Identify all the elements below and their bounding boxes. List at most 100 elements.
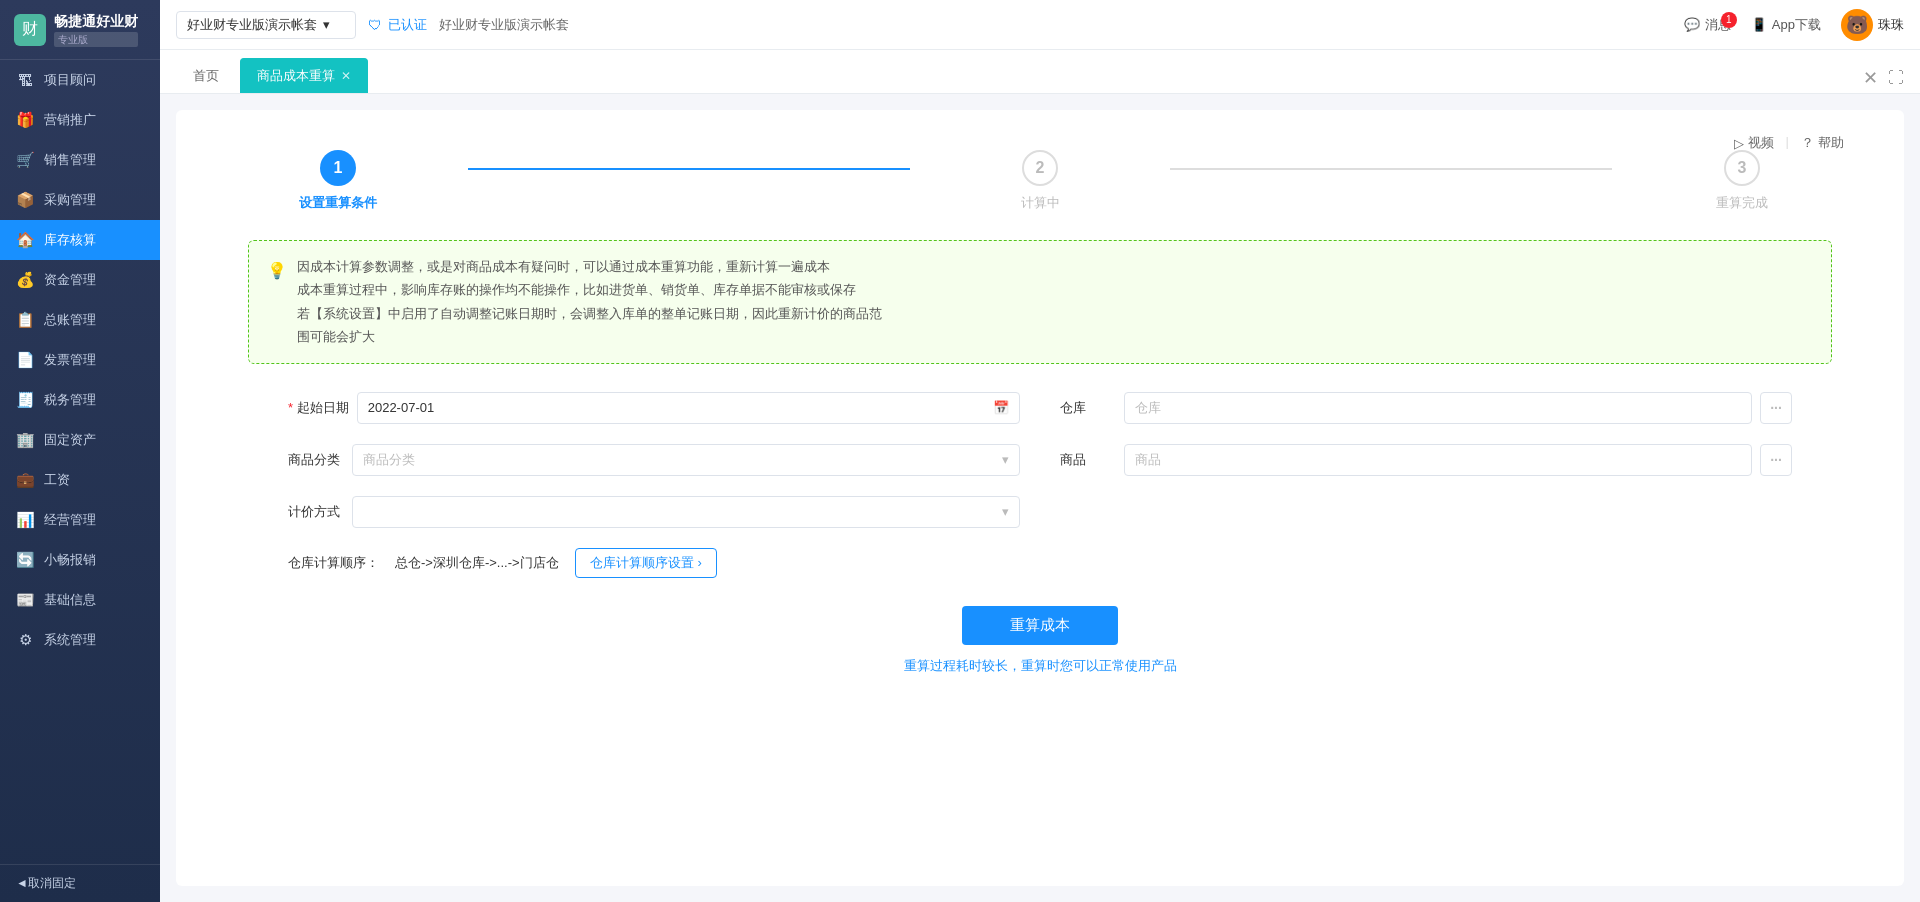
message-button[interactable]: 💬 消息 1 — [1684, 16, 1731, 34]
message-icon: 💬 — [1684, 17, 1700, 32]
sidebar-item-system[interactable]: ⚙ 系统管理 — [0, 620, 160, 660]
category-label: 商品分类 — [288, 451, 344, 469]
steps-container: 1 设置重算条件 2 计算中 3 重算完成 — [208, 134, 1872, 240]
chevron-down-icon: ▾ — [323, 17, 330, 32]
sidebar-item-expense[interactable]: 🔄 小畅报销 — [0, 540, 160, 580]
calendar-icon[interactable]: 📅 — [993, 400, 1009, 415]
sidebar-item-purchase[interactable]: 📦 采购管理 — [0, 180, 160, 220]
sidebar-item-label-tax: 税务管理 — [44, 391, 96, 409]
tab-recalc[interactable]: 商品成本重算 ✕ — [240, 58, 368, 93]
sidebar-item-label-accounting: 总账管理 — [44, 311, 96, 329]
project-icon: 🏗 — [16, 72, 34, 89]
sidebar-item-operations[interactable]: 📊 经营管理 — [0, 500, 160, 540]
sidebar-item-invoice[interactable]: 📄 发票管理 — [0, 340, 160, 380]
app-label: App下载 — [1772, 16, 1821, 34]
start-date-value: 2022-07-01 — [368, 400, 435, 415]
purchase-icon: 📦 — [16, 191, 34, 209]
sidebar-item-label-operations: 经营管理 — [44, 511, 96, 529]
sidebar-item-label-finance: 资金管理 — [44, 271, 96, 289]
company-name: 好业财专业版演示帐套 — [439, 16, 569, 34]
app-name: 畅捷通好业财 — [54, 12, 138, 30]
tab-recalc-close-icon[interactable]: ✕ — [341, 69, 351, 83]
sidebar-item-label-basic: 基础信息 — [44, 591, 96, 609]
info-box: 💡 因成本计算参数调整，或是对商品成本有疑问时，可以通过成本重算功能，重新计算一… — [248, 240, 1832, 364]
sidebar-item-sales[interactable]: 🛒 销售管理 — [0, 140, 160, 180]
sidebar-item-label-expense: 小畅报销 — [44, 551, 96, 569]
sidebar-item-marketing[interactable]: 🎁 营销推广 — [0, 100, 160, 140]
form-row-1: * 起始日期 2022-07-01 📅 仓库 仓库 ··· — [288, 392, 1792, 424]
chevron-down-icon: ▾ — [1002, 452, 1009, 467]
step-2-label: 计算中 — [1021, 194, 1060, 212]
sidebar-logo: 财 畅捷通好业财 专业版 — [0, 0, 160, 60]
warehouse-order-settings-button[interactable]: 仓库计算顺序设置 › — [575, 548, 717, 578]
sidebar-item-assets[interactable]: 🏢 固定资产 — [0, 420, 160, 460]
category-select[interactable]: 商品分类 ▾ — [352, 444, 1020, 476]
product-label: 商品 — [1060, 451, 1116, 469]
step-line-1 — [468, 168, 910, 170]
product-input[interactable]: 商品 — [1124, 444, 1752, 476]
sidebar-item-project[interactable]: 🏗 项目顾问 — [0, 60, 160, 100]
start-date-group: * 起始日期 2022-07-01 📅 — [288, 392, 1020, 424]
warehouse-order-value: 总仓->深圳仓库->...->门店仓 — [395, 554, 559, 572]
category-placeholder: 商品分类 — [363, 451, 415, 469]
product-group: 商品 商品 ··· — [1060, 444, 1792, 476]
info-line-2: 成本重算过程中，影响库存账的操作均不能操作，比如进货单、销货单、库存单据不能审核… — [297, 278, 882, 301]
submit-area: 重算成本 重算过程耗时较长，重算时您可以正常使用产品 — [208, 606, 1872, 675]
form-area: * 起始日期 2022-07-01 📅 仓库 仓库 ··· — [208, 392, 1872, 578]
chevron-down-icon: ▾ — [1002, 504, 1009, 519]
account-selector-label: 好业财专业版演示帐套 — [187, 16, 317, 34]
operations-icon: 📊 — [16, 511, 34, 529]
shield-icon: 🛡 — [368, 17, 382, 33]
accounting-icon: 📋 — [16, 311, 34, 329]
app-download-button[interactable]: 📱 App下载 — [1751, 16, 1821, 34]
pricing-group: 计价方式 ▾ — [288, 496, 1020, 528]
main-area: 好业财专业版演示帐套 ▾ 🛡 已认证 好业财专业版演示帐套 💬 消息 1 📱 A… — [160, 0, 1920, 902]
required-star: * — [288, 400, 293, 415]
sidebar-item-label-invoice: 发票管理 — [44, 351, 96, 369]
topbar: 好业财专业版演示帐套 ▾ 🛡 已认证 好业财专业版演示帐套 💬 消息 1 📱 A… — [160, 0, 1920, 50]
verified-badge: 🛡 已认证 — [368, 16, 427, 34]
start-date-label-text: 起始日期 — [297, 400, 349, 415]
sidebar-item-basic[interactable]: 📰 基础信息 — [0, 580, 160, 620]
sidebar-item-payroll[interactable]: 💼 工资 — [0, 460, 160, 500]
tab-recalc-label: 商品成本重算 — [257, 67, 335, 85]
product-more-button[interactable]: ··· — [1760, 444, 1792, 476]
recalculate-button[interactable]: 重算成本 — [962, 606, 1118, 645]
step-3-label: 重算完成 — [1716, 194, 1768, 212]
warehouse-more-button[interactable]: ··· — [1760, 392, 1792, 424]
info-content: 因成本计算参数调整，或是对商品成本有疑问时，可以通过成本重算功能，重新计算一遍成… — [297, 255, 882, 349]
start-date-label: * 起始日期 — [288, 399, 349, 417]
message-badge: 1 — [1721, 12, 1737, 28]
warehouse-input[interactable]: 仓库 — [1124, 392, 1752, 424]
warehouse-order-row: 仓库计算顺序： 总仓->深圳仓库->...->门店仓 仓库计算顺序设置 › — [288, 548, 1792, 578]
sidebar-item-label-project: 项目顾问 — [44, 71, 96, 89]
form-row-3: 计价方式 ▾ — [288, 496, 1792, 528]
sidebar-item-inventory[interactable]: 🏠 库存核算 — [0, 220, 160, 260]
sidebar-item-accounting[interactable]: 📋 总账管理 — [0, 300, 160, 340]
start-date-input[interactable]: 2022-07-01 📅 — [357, 392, 1020, 424]
account-selector[interactable]: 好业财专业版演示帐套 ▾ — [176, 11, 356, 39]
content-panel: ▷ 视频 | ？ 帮助 1 设置重算条件 2 计算中 — [176, 110, 1904, 886]
avatar: 🐻 — [1841, 9, 1873, 41]
sidebar-item-tax[interactable]: 🧾 税务管理 — [0, 380, 160, 420]
invoice-icon: 📄 — [16, 351, 34, 369]
sales-icon: 🛒 — [16, 151, 34, 169]
pricing-select[interactable]: ▾ — [352, 496, 1020, 528]
close-panel-icon[interactable]: ✕ — [1863, 67, 1878, 89]
user-avatar-area[interactable]: 🐻 珠珠 — [1841, 9, 1904, 41]
category-group: 商品分类 商品分类 ▾ — [288, 444, 1020, 476]
warehouse-order-label: 仓库计算顺序： — [288, 554, 379, 572]
sidebar-nav: 🏗 项目顾问 🎁 营销推广 🛒 销售管理 📦 采购管理 🏠 库存核算 💰 资金管… — [0, 60, 160, 864]
sidebar-item-finance[interactable]: 💰 资金管理 — [0, 260, 160, 300]
expand-icon[interactable]: ⛶ — [1888, 69, 1904, 87]
finance-icon: 💰 — [16, 271, 34, 289]
assets-icon: 🏢 — [16, 431, 34, 449]
pricing-label: 计价方式 — [288, 503, 344, 521]
info-line-1: 因成本计算参数调整，或是对商品成本有疑问时，可以通过成本重算功能，重新计算一遍成… — [297, 255, 882, 278]
warehouse-group: 仓库 仓库 ··· — [1060, 392, 1792, 424]
step-1-circle: 1 — [320, 150, 356, 186]
sidebar-unpin-button[interactable]: ◄取消固定 — [0, 864, 160, 902]
step-3: 3 重算完成 — [1612, 150, 1872, 212]
sidebar-item-label-purchase: 采购管理 — [44, 191, 96, 209]
tab-home[interactable]: 首页 — [176, 58, 236, 93]
